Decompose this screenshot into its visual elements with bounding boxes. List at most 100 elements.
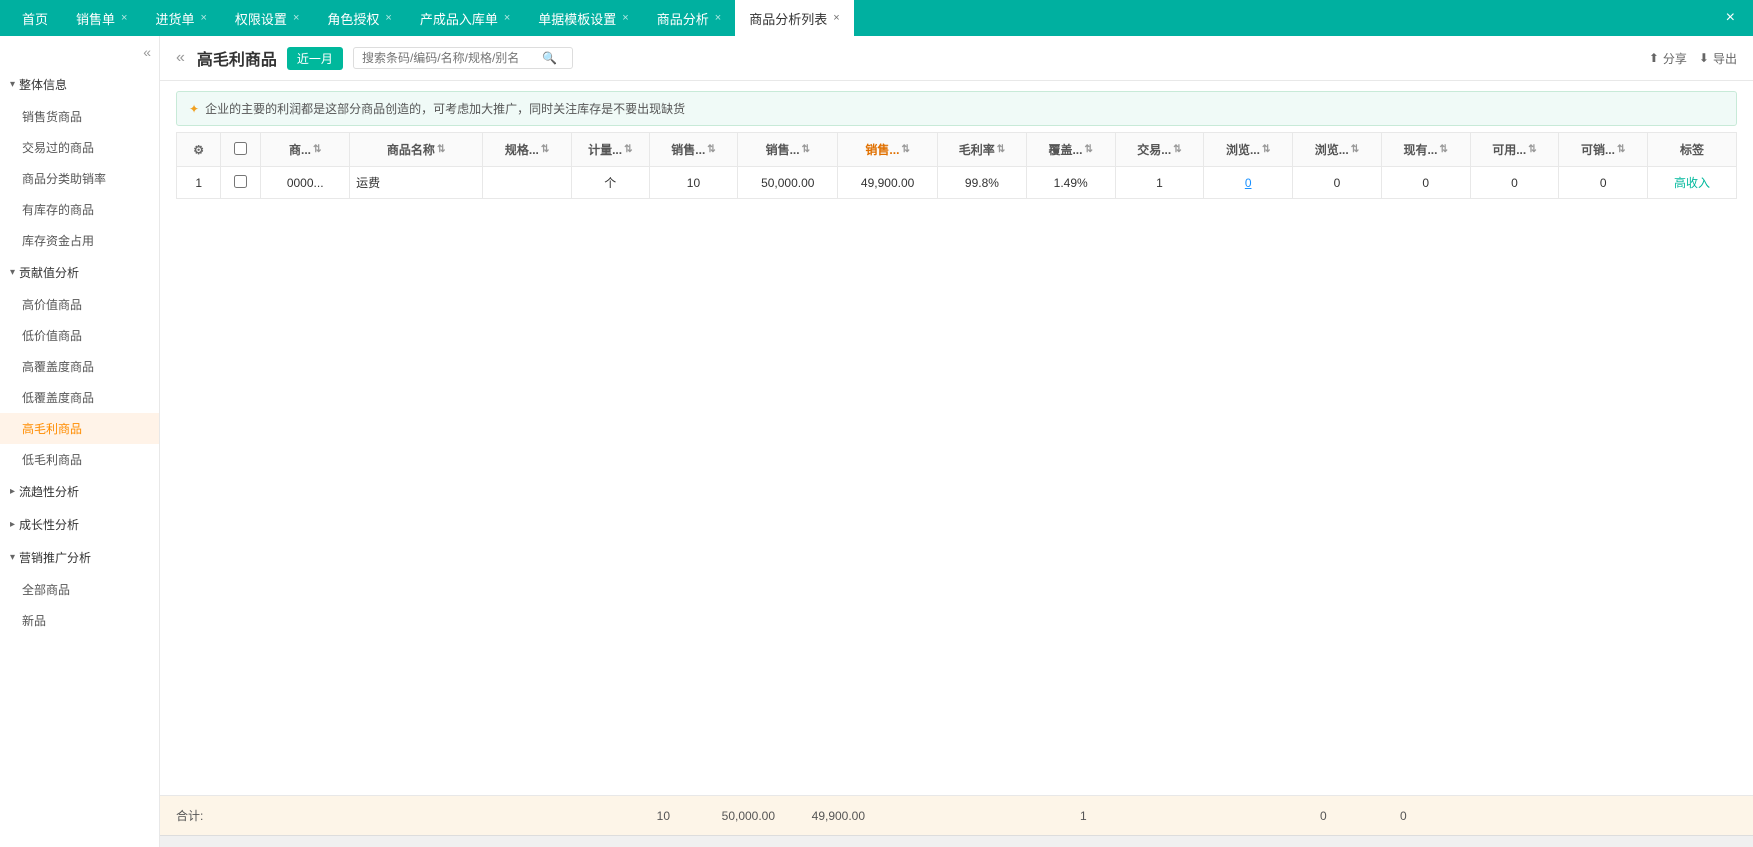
sort-icon-4[interactable]: ⇅	[624, 144, 632, 155]
settings-icon[interactable]: ⚙	[193, 143, 204, 157]
sort-icon-8[interactable]: ⇅	[997, 144, 1005, 155]
nav-goods-analysis[interactable]: 商品分析 ×	[643, 0, 735, 36]
sidebar-item-low-value[interactable]: 低价值商品	[0, 320, 159, 351]
sort-icon-15[interactable]: ⇅	[1617, 144, 1625, 155]
sidebar-group-marketing-items: 全部商品 新品	[0, 574, 159, 636]
sidebar-item-category-assist[interactable]: 商品分类助销率	[0, 163, 159, 194]
search-input[interactable]	[362, 51, 542, 65]
period-button[interactable]: 近一月	[287, 47, 343, 70]
nav-permission[interactable]: 权限设置 ×	[221, 0, 313, 36]
sort-icon-10[interactable]: ⇅	[1173, 144, 1181, 155]
sidebar-item-new-goods[interactable]: 新品	[0, 605, 159, 636]
select-all-checkbox[interactable]	[234, 142, 247, 155]
sidebar-item-sales-goods[interactable]: 销售货商品	[0, 101, 159, 132]
sort-icon-13[interactable]: ⇅	[1439, 144, 1447, 155]
sidebar-group-overall-items: 销售货商品 交易过的商品 商品分类助销率 有库存的商品 库存资金占用	[0, 101, 159, 256]
sidebar-group-contribution[interactable]: ▾ 贡献值分析	[0, 256, 159, 289]
cell-gross-rate: 99.8%	[938, 167, 1027, 199]
content-area: « 高毛利商品 近一月 🔍 ⬆ 分享 ⬇ 导出 ✦ 企业的主要	[160, 36, 1753, 847]
nav-sales[interactable]: 销售单 ×	[62, 0, 141, 36]
share-button[interactable]: ⬆ 分享	[1649, 50, 1687, 67]
export-button[interactable]: ⬇ 导出	[1699, 50, 1737, 67]
th-unit[interactable]: 计量...⇅	[571, 133, 649, 167]
bottom-scrollbar[interactable]	[160, 835, 1753, 847]
sidebar-item-in-stock[interactable]: 有库存的商品	[0, 194, 159, 225]
close-goods-analysis-list-tab[interactable]: ×	[833, 12, 839, 24]
close-template-tab[interactable]: ×	[622, 12, 628, 24]
th-available[interactable]: 可用...⇅	[1470, 133, 1559, 167]
sort-icon-9[interactable]: ⇅	[1084, 144, 1092, 155]
th-settings[interactable]: ⚙	[177, 133, 221, 167]
nav-purchase[interactable]: 进货单 ×	[141, 0, 220, 36]
arrow-right-icon-2: ▸	[10, 519, 15, 530]
th-gross-rate[interactable]: 毛利率⇅	[938, 133, 1027, 167]
sidebar-item-stock-capital[interactable]: 库存资金占用	[0, 225, 159, 256]
sidebar-collapse-btn[interactable]: «	[143, 44, 151, 60]
th-sales2[interactable]: 销售...⇅	[738, 133, 838, 167]
close-sales-tab[interactable]: ×	[121, 12, 127, 24]
th-spec[interactable]: 规格...⇅	[483, 133, 572, 167]
nav-goods-analysis-list[interactable]: 商品分析列表 ×	[735, 0, 853, 36]
sidebar-item-high-gross[interactable]: 高毛利商品	[0, 413, 159, 444]
th-coverage[interactable]: 覆盖...⇅	[1026, 133, 1115, 167]
sort-icon-12[interactable]: ⇅	[1351, 144, 1359, 155]
th-tag: 标签	[1648, 133, 1737, 167]
th-sales3[interactable]: 销售...⇅	[838, 133, 938, 167]
sidebar-group-growth[interactable]: ▸ 成长性分析	[0, 508, 159, 541]
sidebar-item-low-gross[interactable]: 低毛利商品	[0, 444, 159, 475]
th-name[interactable]: 商品名称⇅	[350, 133, 483, 167]
th-sellable[interactable]: 可销...⇅	[1559, 133, 1648, 167]
info-icon: ✦	[189, 102, 199, 116]
close-permission-tab[interactable]: ×	[293, 12, 299, 24]
sidebar-group-marketing[interactable]: ▾ 营销推广分析	[0, 541, 159, 574]
sidebar-group-flow[interactable]: ▸ 流趋性分析	[0, 475, 159, 508]
close-purchase-tab[interactable]: ×	[200, 12, 206, 24]
close-product-inbound-tab[interactable]: ×	[504, 12, 510, 24]
footer-trade: 1	[1043, 809, 1123, 823]
footer-cells: 10 50,000.00 49,900.00 1 0 0	[223, 809, 1737, 823]
content-title: 高毛利商品	[197, 46, 277, 70]
main-layout: « ▾ 整体信息 销售货商品 交易过的商品 商品分类助销率 有库存的商品 库存资…	[0, 36, 1753, 847]
nav-product-inbound[interactable]: 产成品入库单 ×	[406, 0, 524, 36]
table-container[interactable]: ⚙ 商...⇅ 商品名称⇅ 规格...⇅	[160, 132, 1753, 795]
th-browse2[interactable]: 浏览...⇅	[1293, 133, 1382, 167]
content-collapse-btn[interactable]: «	[176, 49, 185, 67]
nav-home[interactable]: 首页	[8, 0, 62, 36]
sort-icon-14[interactable]: ⇅	[1528, 144, 1536, 155]
sidebar-group-contribution-items: 高价值商品 低价值商品 高覆盖度商品 低覆盖度商品 高毛利商品 低毛利商品	[0, 289, 159, 475]
th-code[interactable]: 商...⇅	[261, 133, 350, 167]
sort-icon-5[interactable]: ⇅	[707, 144, 715, 155]
sidebar-item-traded-goods[interactable]: 交易过的商品	[0, 132, 159, 163]
th-checkbox[interactable]	[221, 133, 261, 167]
window-close-button[interactable]: ×	[1716, 9, 1745, 27]
row-checkbox[interactable]	[234, 175, 247, 188]
search-icon[interactable]: 🔍	[542, 51, 557, 65]
sort-icon-6[interactable]: ⇅	[802, 144, 810, 155]
sort-icon-7[interactable]: ⇅	[901, 144, 909, 155]
cell-browse1[interactable]: 0	[1204, 167, 1293, 199]
arrow-right-icon: ▸	[10, 486, 15, 497]
sidebar-item-high-value[interactable]: 高价值商品	[0, 289, 159, 320]
th-browse1[interactable]: 浏览...⇅	[1204, 133, 1293, 167]
sort-icon-11[interactable]: ⇅	[1262, 144, 1270, 155]
sidebar-group-overall[interactable]: ▾ 整体信息	[0, 68, 159, 101]
close-role-tab[interactable]: ×	[385, 12, 391, 24]
cell-code: 0000...	[261, 167, 350, 199]
info-banner: ✦ 企业的主要的利润都是这部分商品创造的，可考虑加大推广，同时关注库存是不要出现…	[176, 91, 1737, 126]
th-sales1[interactable]: 销售...⇅	[649, 133, 738, 167]
nav-role[interactable]: 角色授权 ×	[313, 0, 405, 36]
sort-icon-2[interactable]: ⇅	[437, 144, 445, 155]
sidebar-item-low-coverage[interactable]: 低覆盖度商品	[0, 382, 159, 413]
sort-icon[interactable]: ⇅	[313, 144, 321, 155]
close-goods-analysis-tab[interactable]: ×	[715, 12, 721, 24]
cell-check[interactable]	[221, 167, 261, 199]
th-trade[interactable]: 交易...⇅	[1115, 133, 1204, 167]
header-actions: ⬆ 分享 ⬇ 导出	[1649, 50, 1737, 67]
th-current[interactable]: 现有...⇅	[1381, 133, 1470, 167]
sidebar-item-all-goods[interactable]: 全部商品	[0, 574, 159, 605]
export-icon: ⬇	[1699, 51, 1709, 65]
sidebar-item-high-coverage[interactable]: 高覆盖度商品	[0, 351, 159, 382]
nav-template[interactable]: 单据模板设置 ×	[524, 0, 642, 36]
cell-no: 1	[177, 167, 221, 199]
sort-icon-3[interactable]: ⇅	[541, 144, 549, 155]
